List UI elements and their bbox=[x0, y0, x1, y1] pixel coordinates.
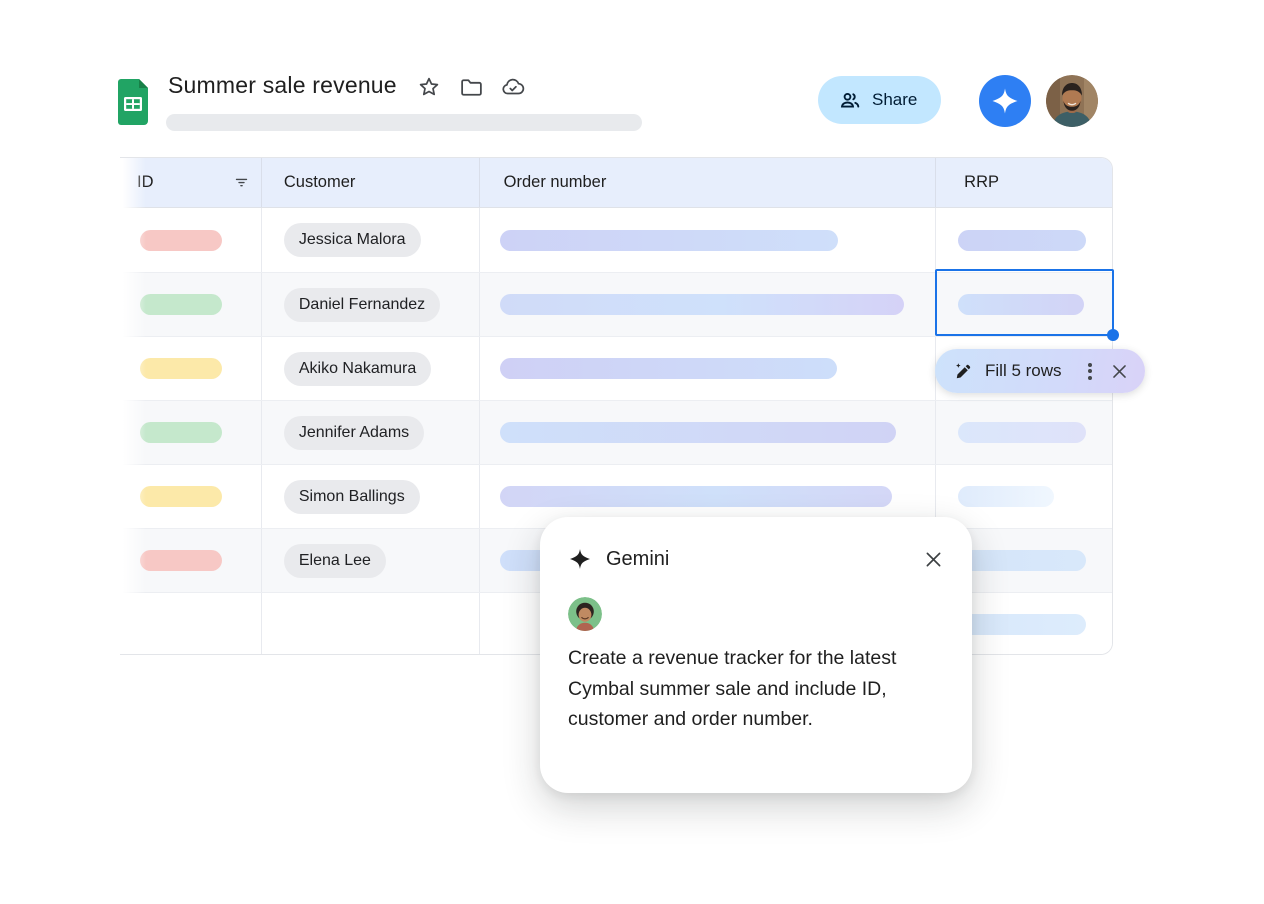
id-placeholder-pill bbox=[140, 294, 222, 315]
rrp-placeholder-bar bbox=[958, 294, 1085, 315]
customer-name-chip: Daniel Fernandez bbox=[283, 287, 441, 322]
cell-customer[interactable]: Elena Lee bbox=[262, 529, 480, 592]
gemini-prompt-text: Create a revenue tracker for the latest … bbox=[568, 647, 897, 730]
fill-rows-chip: Fill 5 rows bbox=[935, 349, 1145, 393]
gemini-dialog-title: Gemini bbox=[606, 547, 670, 570]
close-gemini-icon[interactable] bbox=[923, 549, 944, 570]
magic-pen-icon bbox=[956, 362, 971, 378]
cell-id[interactable] bbox=[120, 337, 262, 400]
table-row: Daniel Fernandez bbox=[120, 272, 1112, 336]
gemini-spark-icon bbox=[992, 88, 1018, 114]
customer-name-chip: Akiko Nakamura bbox=[283, 351, 432, 386]
id-placeholder-pill bbox=[140, 358, 222, 379]
cell-id[interactable] bbox=[120, 208, 262, 272]
document-title[interactable]: Summer sale revenue bbox=[168, 72, 397, 99]
cell-customer[interactable]: Jennifer Adams bbox=[262, 401, 480, 464]
page-canvas: Summer sale revenue Share ID Customer Or… bbox=[0, 0, 1264, 904]
cell-order-number[interactable] bbox=[480, 273, 937, 336]
cell-id[interactable] bbox=[120, 593, 262, 654]
column-header-label: RRP bbox=[964, 173, 999, 191]
cell-rrp[interactable] bbox=[936, 465, 1112, 528]
cell-rrp[interactable] bbox=[936, 401, 1112, 464]
rrp-placeholder-bar bbox=[958, 229, 1087, 251]
id-placeholder-pill bbox=[140, 486, 222, 507]
star-icon[interactable] bbox=[416, 74, 442, 100]
more-options-icon[interactable] bbox=[1082, 360, 1098, 382]
order-placeholder-bar bbox=[499, 294, 904, 315]
filter-icon[interactable] bbox=[234, 175, 249, 190]
customer-name-chip: Simon Ballings bbox=[283, 479, 420, 514]
gemini-spark-button[interactable] bbox=[979, 75, 1031, 127]
column-header-label: ID bbox=[137, 173, 154, 191]
table-row: Jessica Malora bbox=[120, 208, 1112, 272]
column-header-label: Order number bbox=[503, 173, 607, 191]
customer-name-chip: Elena Lee bbox=[283, 543, 386, 578]
customer-name-chip: Jessica Malora bbox=[283, 223, 421, 257]
column-header-order-number[interactable]: Order number bbox=[480, 158, 937, 207]
table-header-row: ID Customer Order number RRP bbox=[120, 158, 1112, 208]
column-header-id[interactable]: ID bbox=[120, 158, 262, 207]
gemini-star-icon bbox=[570, 549, 590, 569]
id-placeholder-pill bbox=[140, 229, 222, 251]
rrp-placeholder-bar bbox=[958, 486, 1055, 507]
cell-customer[interactable]: Jessica Malora bbox=[262, 208, 480, 272]
gemini-dialog-header: Gemini bbox=[568, 547, 944, 571]
order-placeholder-bar bbox=[499, 358, 837, 379]
cell-rrp[interactable] bbox=[936, 208, 1112, 272]
table-row: Jennifer Adams bbox=[120, 400, 1112, 464]
app-bar: Summer sale revenue Share bbox=[0, 0, 1264, 150]
people-icon bbox=[840, 92, 860, 108]
cell-id[interactable] bbox=[120, 465, 262, 528]
cell-order-number[interactable] bbox=[480, 401, 937, 464]
fill-rows-label[interactable]: Fill 5 rows bbox=[985, 361, 1062, 381]
column-header-rrp[interactable]: RRP bbox=[936, 158, 1112, 207]
menu-bar-placeholder bbox=[166, 114, 642, 131]
rrp-placeholder-bar bbox=[958, 550, 1087, 571]
cell-rrp-selected[interactable] bbox=[936, 273, 1112, 336]
cell-order-number[interactable] bbox=[480, 337, 937, 400]
google-sheets-icon bbox=[118, 79, 148, 125]
order-placeholder-bar bbox=[499, 486, 892, 507]
customer-name-chip: Jennifer Adams bbox=[283, 415, 425, 450]
cell-customer[interactable]: Akiko Nakamura bbox=[262, 337, 480, 400]
cell-customer[interactable] bbox=[262, 593, 480, 654]
folder-move-icon[interactable] bbox=[458, 74, 484, 100]
order-placeholder-bar bbox=[499, 422, 896, 443]
share-button[interactable]: Share bbox=[818, 76, 942, 124]
prompt-user-avatar bbox=[568, 597, 602, 631]
gemini-dialog: Gemini Create a revenue tracker for the bbox=[540, 517, 972, 793]
user-avatar[interactable] bbox=[1046, 75, 1098, 127]
share-button-label: Share bbox=[872, 90, 918, 109]
cell-id[interactable] bbox=[120, 529, 262, 592]
cloud-saved-icon[interactable] bbox=[500, 74, 526, 100]
column-header-customer[interactable]: Customer bbox=[262, 158, 480, 207]
rrp-placeholder-bar bbox=[958, 614, 1087, 635]
dismiss-fill-icon[interactable] bbox=[1110, 362, 1129, 381]
cell-customer[interactable]: Simon Ballings bbox=[262, 465, 480, 528]
cell-id[interactable] bbox=[120, 273, 262, 336]
order-placeholder-bar bbox=[499, 229, 838, 251]
cell-id[interactable] bbox=[120, 401, 262, 464]
rrp-placeholder-bar bbox=[958, 422, 1087, 443]
cell-order-number[interactable] bbox=[480, 208, 937, 272]
id-placeholder-pill bbox=[140, 550, 222, 571]
title-actions bbox=[416, 74, 526, 100]
column-header-label: Customer bbox=[283, 173, 356, 191]
id-placeholder-pill bbox=[140, 422, 222, 443]
fill-handle-dot[interactable] bbox=[1107, 329, 1119, 341]
cell-customer[interactable]: Daniel Fernandez bbox=[262, 273, 480, 336]
